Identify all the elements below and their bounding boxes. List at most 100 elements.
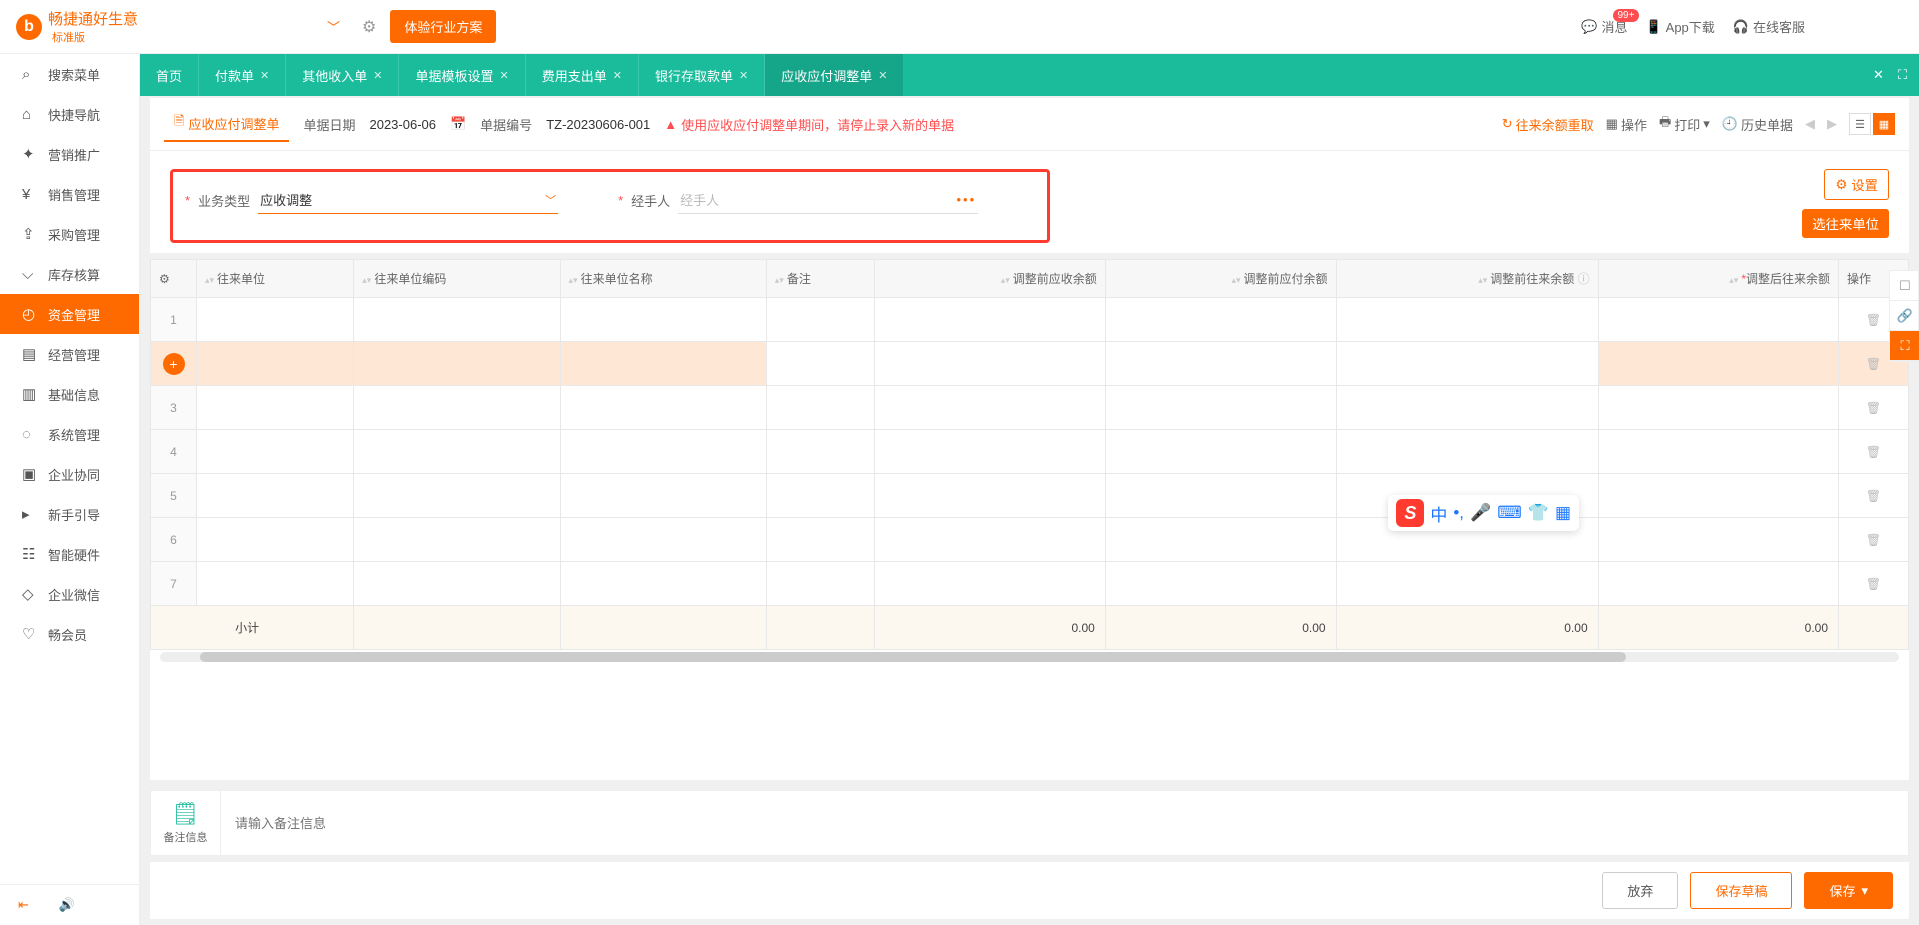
save-draft-button[interactable]: 保存草稿	[1690, 872, 1792, 909]
print-button[interactable]: 🖶打印▾	[1659, 113, 1710, 135]
app-download-link[interactable]: 📱 App下载	[1645, 17, 1714, 36]
sidebar-item-guide[interactable]: ▸新手引导	[0, 494, 139, 534]
next-icon[interactable]: ▶	[1827, 116, 1837, 132]
close-icon[interactable]: ✕	[613, 69, 622, 82]
sidebar-item-hardware[interactable]: ☷智能硬件	[0, 534, 139, 574]
org-select[interactable]: ﹀	[168, 12, 348, 42]
sidebar-item-search[interactable]: ⌕搜索菜单	[0, 54, 139, 94]
prev-icon[interactable]: ◀	[1805, 116, 1815, 132]
messages-link[interactable]: 💬 消息 99+	[1581, 17, 1627, 36]
ime-skin-icon[interactable]: 👕	[1528, 503, 1549, 523]
expand-tool-icon[interactable]: ⛶	[1890, 331, 1919, 361]
sidebar-item-system[interactable]: ◌系统管理	[0, 414, 139, 454]
close-icon[interactable]: ✕	[739, 69, 748, 82]
col-remark[interactable]: ▴▾备注	[766, 260, 874, 298]
close-icon[interactable]: ✕	[373, 69, 382, 82]
delete-icon[interactable]: 🗑	[1866, 313, 1881, 327]
sort-icon[interactable]: ▴▾	[1232, 278, 1241, 283]
sidebar-item-quicknav[interactable]: ⌂快捷导航	[0, 94, 139, 134]
ime-punct-icon[interactable]: •,	[1453, 503, 1464, 523]
reget-balance-button[interactable]: ↻往来余额重取	[1502, 115, 1594, 134]
sort-icon[interactable]: ▴▾	[362, 278, 371, 283]
ime-widget[interactable]: S 中 •, 🎤 ⌨ 👕 ▦	[1388, 495, 1579, 531]
delete-icon[interactable]: 🗑	[1866, 533, 1881, 547]
document-type-tab[interactable]: 🗎 应收应付调整单	[164, 106, 289, 142]
collapse-icon[interactable]: ⇤	[18, 897, 29, 913]
tab-adjustment[interactable]: 应收应付调整单✕	[765, 54, 904, 96]
add-row-button[interactable]: +	[151, 342, 197, 386]
col-pre-recv[interactable]: ▴▾调整前应收余额	[875, 260, 1106, 298]
table-row[interactable]: 3🗑	[151, 386, 1909, 430]
ime-keyboard-icon[interactable]: ⌨	[1497, 503, 1522, 523]
operations-button[interactable]: ▦操作	[1606, 115, 1647, 134]
tab-home[interactable]: 首页	[140, 54, 199, 96]
sidebar-item-operations[interactable]: ▤经营管理	[0, 334, 139, 374]
table-row[interactable]: 7🗑	[151, 562, 1909, 606]
remark-input[interactable]	[221, 806, 1908, 841]
discard-button[interactable]: 放弃	[1602, 872, 1678, 909]
sort-icon[interactable]: ▴▾	[1729, 278, 1738, 283]
sidebar-item-member[interactable]: ♡畅会员	[0, 614, 139, 654]
attach-tool-icon[interactable]: 🔗	[1890, 301, 1919, 331]
info-icon[interactable]: ⓘ	[1578, 272, 1590, 286]
save-button[interactable]: 保存▾	[1804, 872, 1893, 909]
tab-close-all-icon[interactable]: ✕	[1873, 67, 1884, 83]
note-tool-icon[interactable]: ☐	[1890, 271, 1919, 301]
sort-icon[interactable]: ▴▾	[1001, 278, 1010, 283]
table-row[interactable]: 5🗑	[151, 474, 1909, 518]
view-list-icon[interactable]: ☰	[1849, 113, 1871, 135]
handler-input[interactable]: 经手人 •••	[678, 186, 978, 214]
close-icon[interactable]: ✕	[878, 69, 887, 82]
table-config-header[interactable]: ⚙	[151, 260, 197, 298]
view-grid-icon[interactable]: ▦	[1873, 113, 1895, 135]
more-icon[interactable]: •••	[957, 192, 977, 207]
sidebar-item-basedata[interactable]: ▥基础信息	[0, 374, 139, 414]
sidebar-item-wechat[interactable]: ◇企业微信	[0, 574, 139, 614]
select-unit-button[interactable]: 选往来单位	[1802, 209, 1889, 238]
col-pre-bal[interactable]: ▴▾调整前往来余额 ⓘ	[1336, 260, 1598, 298]
history-button[interactable]: 🕘历史单据	[1722, 115, 1793, 134]
experience-button[interactable]: 体验行业方案	[390, 10, 496, 43]
sort-icon[interactable]: ▴▾	[569, 278, 578, 283]
sort-icon[interactable]: ▴▾	[1478, 278, 1487, 283]
table-row[interactable]: 1🗑	[151, 298, 1909, 342]
delete-icon[interactable]: 🗑	[1866, 577, 1881, 591]
col-unit-name[interactable]: ▴▾往来单位名称	[560, 260, 766, 298]
col-unit-code[interactable]: ▴▾往来单位编码	[354, 260, 560, 298]
close-icon[interactable]: ✕	[260, 69, 269, 82]
col-unit[interactable]: ▴▾往来单位	[197, 260, 354, 298]
tab-bank[interactable]: 银行存取款单✕	[639, 54, 765, 96]
calendar-icon[interactable]: 📅	[450, 116, 466, 132]
table-row[interactable]: +🗑	[151, 342, 1909, 386]
sidebar-item-sales[interactable]: ¥销售管理	[0, 174, 139, 214]
sidebar-item-purchase[interactable]: ⇪采购管理	[0, 214, 139, 254]
delete-icon[interactable]: 🗑	[1866, 489, 1881, 503]
sound-icon[interactable]: 🔊	[59, 897, 75, 913]
biz-type-select[interactable]: 应收调整 ﹀	[258, 186, 558, 214]
sidebar-item-marketing[interactable]: ✦营销推广	[0, 134, 139, 174]
fullscreen-icon[interactable]: ⛶	[1898, 67, 1907, 83]
table-row[interactable]: 6🗑	[151, 518, 1909, 562]
delete-icon[interactable]: 🗑	[1866, 401, 1881, 415]
col-pre-pay[interactable]: ▴▾调整前应付余额	[1105, 260, 1336, 298]
horizontal-scrollbar[interactable]	[150, 650, 1909, 664]
delete-icon[interactable]: 🗑	[1866, 357, 1881, 371]
support-link[interactable]: 🎧 在线客服	[1733, 17, 1805, 36]
tab-otherincome[interactable]: 其他收入单✕	[286, 54, 399, 96]
close-icon[interactable]: ✕	[500, 69, 509, 82]
sidebar-item-inventory[interactable]: ⌵库存核算	[0, 254, 139, 294]
sidebar-item-funds[interactable]: ◴资金管理	[0, 294, 139, 334]
sort-icon[interactable]: ▴▾	[775, 278, 784, 283]
tab-payment[interactable]: 付款单✕	[199, 54, 286, 96]
tab-expense[interactable]: 费用支出单✕	[526, 54, 639, 96]
gear-icon[interactable]: ⚙	[362, 17, 376, 37]
table-row[interactable]: 4🗑	[151, 430, 1909, 474]
ime-mic-icon[interactable]: 🎤	[1470, 503, 1491, 523]
sort-icon[interactable]: ▴▾	[205, 278, 214, 283]
col-post-bal[interactable]: ▴▾*调整后往来余额	[1598, 260, 1838, 298]
tab-template[interactable]: 单据模板设置✕	[399, 54, 525, 96]
settings-button[interactable]: ⚙设置	[1824, 169, 1889, 200]
delete-icon[interactable]: 🗑	[1866, 445, 1881, 459]
ime-lang[interactable]: 中	[1430, 501, 1447, 526]
sidebar-item-collab[interactable]: ▣企业协同	[0, 454, 139, 494]
